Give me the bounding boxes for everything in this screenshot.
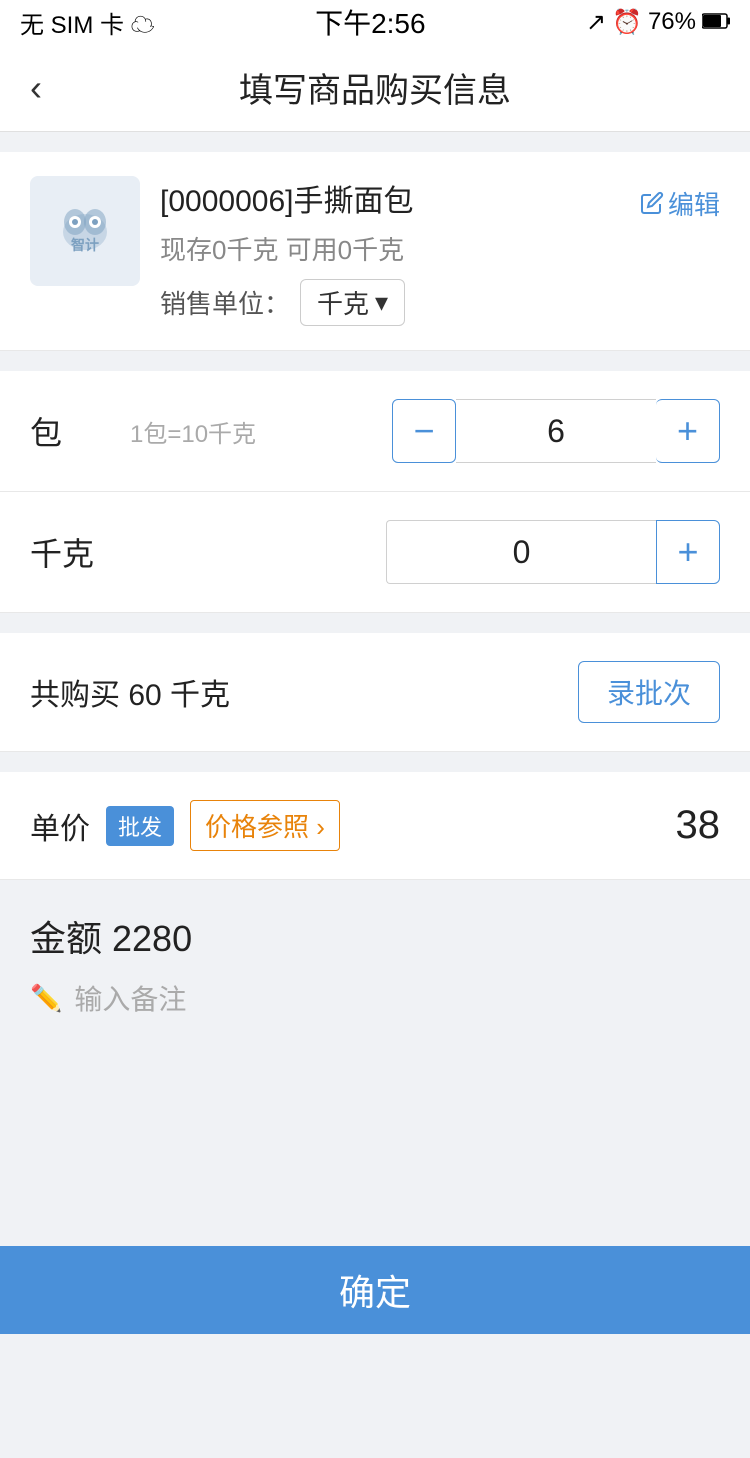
bag-plus-button[interactable]: + bbox=[656, 399, 720, 463]
svg-text:智计: 智计 bbox=[70, 237, 99, 253]
summary-section: 共购买 60 千克 录批次 bbox=[0, 633, 750, 752]
summary-text: 共购买 60 千克 bbox=[30, 670, 230, 714]
battery-text: 76% bbox=[648, 8, 696, 36]
battery-icon bbox=[702, 8, 730, 36]
remark-placeholder: 输入备注 bbox=[74, 978, 186, 1018]
price-section: 单价 批发 价格参照 › 38 bbox=[0, 772, 750, 880]
bag-input-row: 包 1包=10千克 − + bbox=[0, 371, 750, 492]
batch-button[interactable]: 录批次 bbox=[578, 661, 720, 723]
amount-number: 2280 bbox=[112, 918, 192, 959]
product-logo: 智计 bbox=[53, 194, 117, 268]
product-info: [0000006]手撕面包 编辑 现存0千克 可用0千克 销售单位： 千克 ▾ bbox=[160, 176, 720, 326]
kg-plus-button[interactable]: + bbox=[656, 520, 720, 584]
confirm-button[interactable]: 确定 bbox=[0, 1246, 750, 1334]
status-bar: 无 SIM 卡 ☁ 下午2:56 ↗ ⏰ 76% bbox=[0, 0, 750, 44]
pencil-icon: ✏️ bbox=[30, 983, 62, 1014]
price-ref-button[interactable]: 价格参照 › bbox=[190, 800, 340, 851]
product-section: 智计 [0000006]手撕面包 编辑 现存0千克 可用0千克 销售单位： 千克… bbox=[0, 152, 750, 351]
price-value: 38 bbox=[676, 803, 721, 848]
bag-minus-button[interactable]: − bbox=[392, 399, 456, 463]
back-button[interactable]: ‹ bbox=[30, 67, 42, 109]
nav-bar: ‹ 填写商品购买信息 bbox=[0, 44, 750, 132]
amount-row: 金额 2280 bbox=[30, 910, 720, 962]
location-icon: ↗ bbox=[586, 8, 606, 37]
kg-input-controls: + bbox=[386, 520, 720, 584]
kg-quantity-input[interactable] bbox=[386, 520, 656, 584]
product-name: [0000006]手撕面包 bbox=[160, 176, 413, 220]
price-label: 单价 bbox=[30, 804, 90, 848]
chevron-down-icon: ▾ bbox=[375, 287, 388, 318]
page-title: 填写商品购买信息 bbox=[239, 63, 511, 112]
bag-input-controls: − + bbox=[392, 399, 720, 463]
input-section: 包 1包=10千克 − + 千克 + bbox=[0, 371, 750, 613]
price-badge: 批发 bbox=[106, 806, 174, 846]
status-time: 下午2:56 bbox=[315, 2, 426, 42]
amount-section: 金额 2280 ✏️ 输入备注 bbox=[0, 880, 750, 1038]
alarm-icon: ⏰ bbox=[612, 8, 642, 37]
edit-button[interactable]: 编辑 bbox=[640, 176, 720, 230]
kg-label: 千克 bbox=[30, 529, 110, 575]
kg-input-row: 千克 + bbox=[0, 492, 750, 613]
status-left: 无 SIM 卡 ☁ bbox=[20, 5, 155, 40]
bag-hint: 1包=10千克 bbox=[130, 414, 372, 449]
bag-quantity-input[interactable] bbox=[456, 399, 656, 463]
edit-label: 编辑 bbox=[668, 185, 720, 222]
unit-select[interactable]: 千克 ▾ bbox=[300, 279, 405, 326]
product-unit: 销售单位： 千克 ▾ bbox=[160, 279, 720, 326]
bag-label: 包 bbox=[30, 408, 110, 454]
remark-row[interactable]: ✏️ 输入备注 bbox=[30, 978, 720, 1018]
status-right: ↗ ⏰ 76% bbox=[586, 8, 730, 37]
product-stock: 现存0千克 可用0千克 bbox=[160, 230, 720, 267]
amount-label: 金额 bbox=[30, 918, 112, 959]
no-sim-text: 无 SIM 卡 ☁ bbox=[20, 5, 155, 40]
product-image: 智计 bbox=[30, 176, 140, 286]
